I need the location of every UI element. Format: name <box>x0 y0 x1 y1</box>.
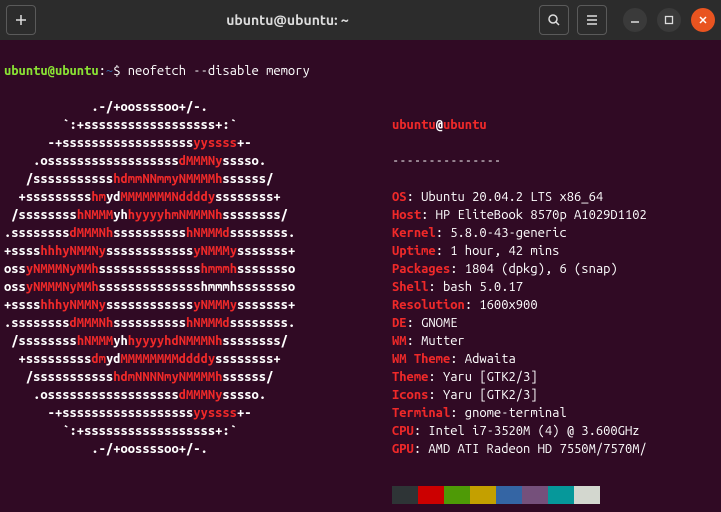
info-field: Uptime: 1 hour, 42 mins <box>392 242 647 260</box>
info-field: OS: Ubuntu 20.04.2 LTS x86_64 <box>392 188 647 206</box>
info-field: WM: Mutter <box>392 332 647 350</box>
color-swatch <box>496 486 522 504</box>
info-field: Resolution: 1600x900 <box>392 296 647 314</box>
search-button[interactable] <box>539 5 569 35</box>
titlebar: ubuntu@ubuntu: ~ <box>0 0 721 40</box>
info-host: ubuntu <box>443 118 487 132</box>
color-swatch <box>522 486 548 504</box>
info-field: CPU: Intel i7-3520M (4) @ 3.600GHz <box>392 422 647 440</box>
info-field: Shell: bash 5.0.17 <box>392 278 647 296</box>
info-field: DE: GNOME <box>392 314 647 332</box>
color-palette <box>392 476 647 512</box>
color-swatch <box>574 486 600 504</box>
info-user: ubuntu <box>392 118 436 132</box>
color-swatch <box>548 486 574 504</box>
color-swatch <box>418 486 444 504</box>
menu-button[interactable] <box>577 5 607 35</box>
command-text: neofetch --disable memory <box>128 64 310 78</box>
info-field: Host: HP EliteBook 8570p A1029D1102 <box>392 206 647 224</box>
info-field: Icons: Yaru [GTK2/3] <box>392 386 647 404</box>
info-field: WM Theme: Adwaita <box>392 350 647 368</box>
ascii-logo: .-/+oossssoo+/-. `:+ssssssssssssssssss+:… <box>4 98 392 512</box>
system-info: ubuntu@ubuntu --------------- OS: Ubuntu… <box>392 98 647 512</box>
color-swatch <box>392 486 418 504</box>
info-separator: --------------- <box>392 152 647 170</box>
info-field: Theme: Yaru [GTK2/3] <box>392 368 647 386</box>
maximize-button[interactable] <box>657 8 681 32</box>
info-field: Kernel: 5.8.0-43-generic <box>392 224 647 242</box>
info-field: GPU: AMD ATI Radeon HD 7550M/7570M/ <box>392 440 647 458</box>
prompt-line: ubuntu@ubuntu:~$ neofetch --disable memo… <box>4 62 717 80</box>
color-swatch <box>444 486 470 504</box>
info-field: Packages: 1804 (dpkg), 6 (snap) <box>392 260 647 278</box>
new-tab-button[interactable] <box>6 5 36 35</box>
info-field: Terminal: gnome-terminal <box>392 404 647 422</box>
window-title: ubuntu@ubuntu: ~ <box>44 11 531 29</box>
minimize-button[interactable] <box>623 8 647 32</box>
terminal-output[interactable]: ubuntu@ubuntu:~$ neofetch --disable memo… <box>0 40 721 512</box>
close-button[interactable] <box>691 8 715 32</box>
color-swatch <box>470 486 496 504</box>
